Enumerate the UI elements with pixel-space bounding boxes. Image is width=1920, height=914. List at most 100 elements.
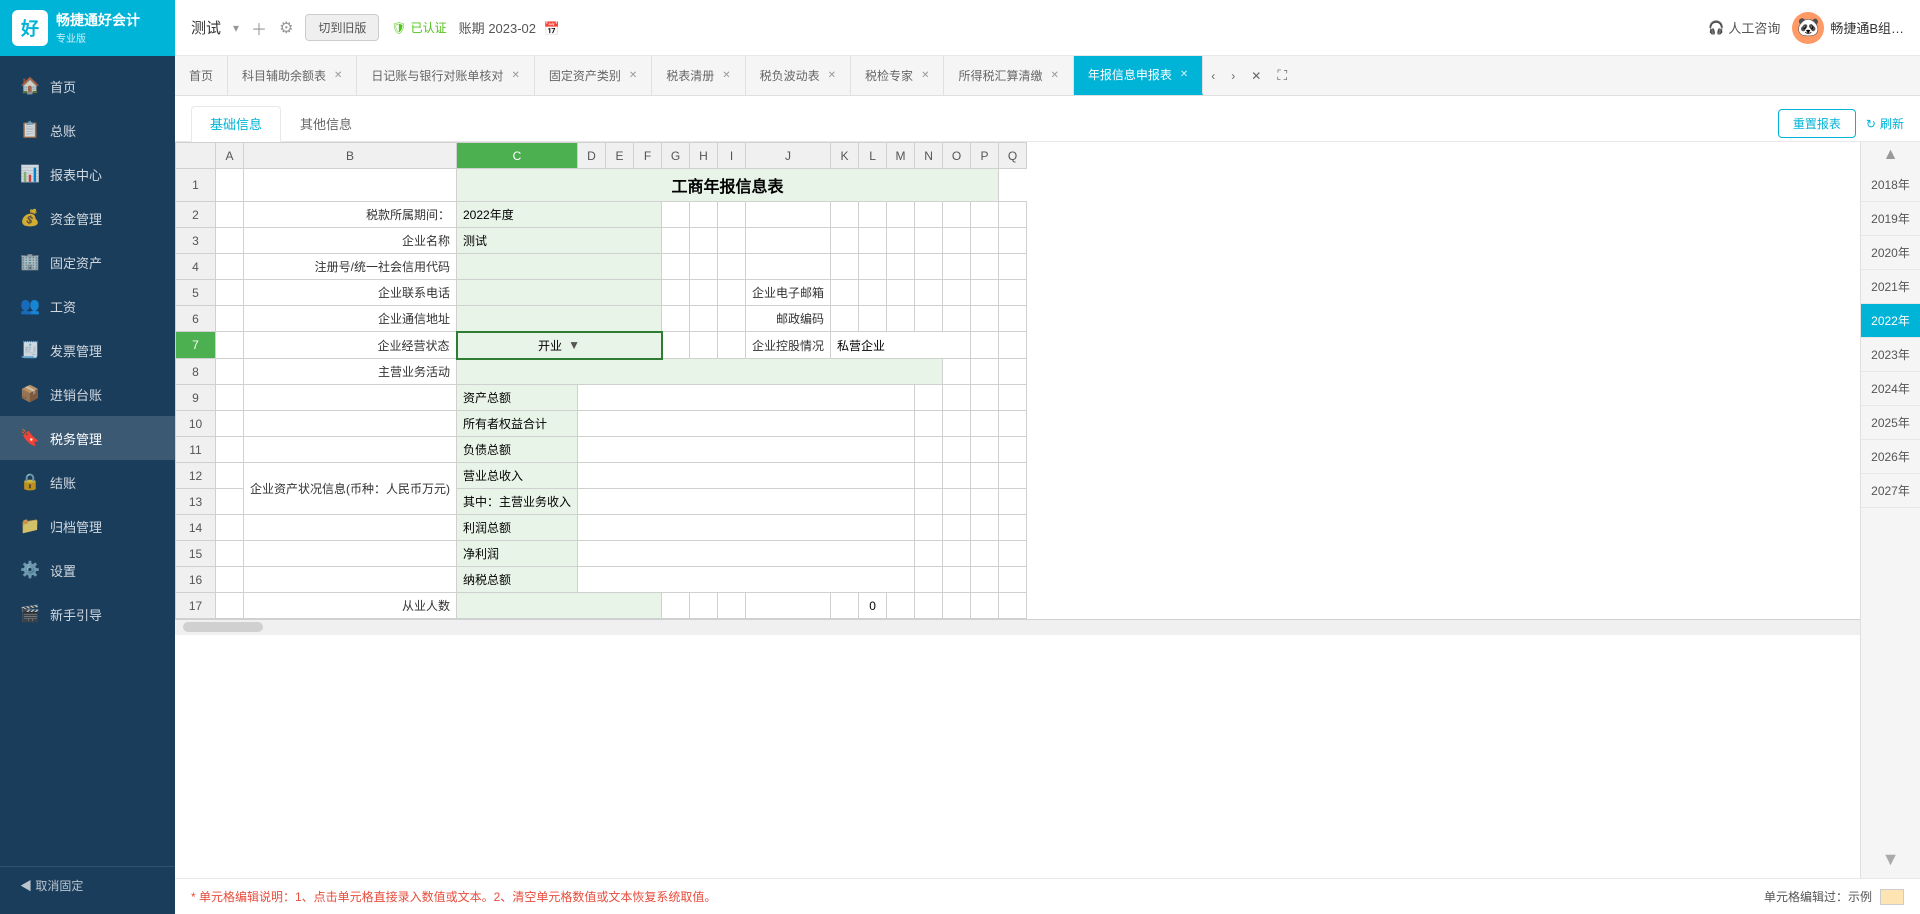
cell-7J[interactable]: 企业控股情况 xyxy=(746,332,831,359)
horizontal-scrollbar[interactable] xyxy=(175,619,1860,635)
cell-9P[interactable] xyxy=(971,385,999,411)
cell-3A[interactable] xyxy=(216,228,244,254)
cell-11D[interactable] xyxy=(578,437,915,463)
year-item-2025[interactable]: 2025年 xyxy=(1861,406,1920,440)
reset-report-button[interactable]: 重置报表 xyxy=(1778,109,1856,138)
sidebar-item-reports[interactable]: 📊 报表中心 xyxy=(0,152,175,196)
cell-4B[interactable]: 注册号/统一社会信用代码 xyxy=(244,254,457,280)
cell-5M[interactable] xyxy=(887,280,915,306)
tab-close-icon[interactable]: ✕ xyxy=(511,70,519,81)
dropdown-arrow-icon[interactable]: ▼ xyxy=(568,338,580,352)
cell-5P[interactable] xyxy=(971,280,999,306)
cell-6Q[interactable] xyxy=(999,306,1027,332)
tab-fixed-asset-type[interactable]: 固定资产类别 ✕ xyxy=(535,56,652,95)
cell-15C[interactable]: 净利润 xyxy=(457,541,578,567)
spreadsheet-scroll-container[interactable]: A B C D E F G H I J K L xyxy=(175,142,1860,878)
cell-4Q[interactable] xyxy=(999,254,1027,280)
row-header-7[interactable]: 7 xyxy=(176,332,216,359)
cell-6C[interactable] xyxy=(457,306,662,332)
tab-journal-bank[interactable]: 日记账与银行对账单核对 ✕ xyxy=(357,56,534,95)
cell-9N[interactable] xyxy=(915,385,943,411)
year-item-2020[interactable]: 2020年 xyxy=(1861,236,1920,270)
cell-5B[interactable]: 企业联系电话 xyxy=(244,280,457,306)
sidebar-item-closing[interactable]: 🔒 结账 xyxy=(0,460,175,504)
row-header[interactable]: 11 xyxy=(176,437,216,463)
cell-13Q[interactable] xyxy=(999,489,1027,515)
cell-5Q[interactable] xyxy=(999,280,1027,306)
cell-13A[interactable] xyxy=(216,489,244,515)
cell-5A[interactable] xyxy=(216,280,244,306)
tab-aux-balance[interactable]: 科目辅助余额表 ✕ xyxy=(228,56,357,95)
tab-tax-return[interactable]: 税表清册 ✕ xyxy=(652,56,745,95)
cell-5I[interactable] xyxy=(718,280,746,306)
cell-17I[interactable] xyxy=(718,593,746,619)
cell-3C[interactable]: 测试 xyxy=(457,228,662,254)
cell-4K[interactable] xyxy=(831,254,859,280)
cell-2C[interactable]: 2022年度 xyxy=(457,202,662,228)
cell-6O[interactable] xyxy=(943,306,971,332)
cell-15N[interactable] xyxy=(915,541,943,567)
cell-6M[interactable] xyxy=(887,306,915,332)
cell-8C[interactable] xyxy=(457,359,943,385)
cell-15Q[interactable] xyxy=(999,541,1027,567)
year-item-2021[interactable]: 2021年 xyxy=(1861,270,1920,304)
col-header-M[interactable]: M xyxy=(887,143,915,169)
col-header-N[interactable]: N xyxy=(915,143,943,169)
cell-9D[interactable] xyxy=(578,385,915,411)
row-header[interactable]: 13 xyxy=(176,489,216,515)
subtab-basic[interactable]: 基础信息 xyxy=(191,106,281,142)
cell-12Q[interactable] xyxy=(999,463,1027,489)
cell-3H[interactable] xyxy=(690,228,718,254)
cell-12D[interactable] xyxy=(578,463,915,489)
cell-4H[interactable] xyxy=(690,254,718,280)
cell-14Q[interactable] xyxy=(999,515,1027,541)
col-header-L[interactable]: L xyxy=(859,143,887,169)
cell-12B[interactable]: 企业资产状况信息(币种：人民币万元) xyxy=(244,463,457,515)
subtab-other[interactable]: 其他信息 xyxy=(281,106,371,141)
cell-10P[interactable] xyxy=(971,411,999,437)
cell-2O[interactable] xyxy=(943,202,971,228)
tab-income-tax[interactable]: 所得税汇算清缴 ✕ xyxy=(944,56,1073,95)
cell-1A[interactable] xyxy=(216,169,244,202)
cell-13P[interactable] xyxy=(971,489,999,515)
cell-1C-title[interactable]: 工商年报信息表 xyxy=(457,169,999,202)
cell-7K[interactable]: 私营企业 xyxy=(831,332,971,359)
cell-16C[interactable]: 纳税总额 xyxy=(457,567,578,593)
cell-8P[interactable] xyxy=(971,359,999,385)
topbar-settings-icon[interactable]: ⚙ xyxy=(279,18,293,38)
year-item-2027[interactable]: 2027年 xyxy=(1861,474,1920,508)
row-header[interactable]: 16 xyxy=(176,567,216,593)
cell-11A[interactable] xyxy=(216,437,244,463)
col-header-D[interactable]: D xyxy=(578,143,606,169)
cell-5L[interactable] xyxy=(859,280,887,306)
cell-10A[interactable] xyxy=(216,411,244,437)
tab-fullscreen-button[interactable]: ⛶ xyxy=(1269,56,1295,95)
unpin-button[interactable]: ◀ 取消固定 xyxy=(0,866,175,914)
tab-tax-fluctuation[interactable]: 税负波动表 ✕ xyxy=(746,56,851,95)
cell-4M[interactable] xyxy=(887,254,915,280)
cell-5C[interactable] xyxy=(457,280,662,306)
cell-17G[interactable] xyxy=(662,593,690,619)
cell-13D[interactable] xyxy=(578,489,915,515)
col-header-G[interactable]: G xyxy=(662,143,690,169)
row-header[interactable]: 9 xyxy=(176,385,216,411)
cell-9Q[interactable] xyxy=(999,385,1027,411)
cell-17C[interactable] xyxy=(457,593,662,619)
col-header-K[interactable]: K xyxy=(831,143,859,169)
cell-5N[interactable] xyxy=(915,280,943,306)
cell-7I[interactable] xyxy=(718,332,746,359)
cell-6P[interactable] xyxy=(971,306,999,332)
cell-4A[interactable] xyxy=(216,254,244,280)
tab-close-all-button[interactable]: ✕ xyxy=(1243,56,1269,95)
tab-close-icon[interactable]: ✕ xyxy=(828,70,836,81)
cell-6H[interactable] xyxy=(690,306,718,332)
cell-2H[interactable] xyxy=(690,202,718,228)
col-header-J[interactable]: J xyxy=(746,143,831,169)
cell-13N[interactable] xyxy=(915,489,943,515)
scrollbar-thumb[interactable] xyxy=(183,622,263,632)
sidebar-item-settings[interactable]: ⚙️ 设置 xyxy=(0,548,175,592)
tab-tax-expert[interactable]: 税检专家 ✕ xyxy=(851,56,944,95)
tab-prev-button[interactable]: ‹ xyxy=(1203,56,1223,95)
cell-11B[interactable] xyxy=(244,437,457,463)
cell-12N[interactable] xyxy=(915,463,943,489)
